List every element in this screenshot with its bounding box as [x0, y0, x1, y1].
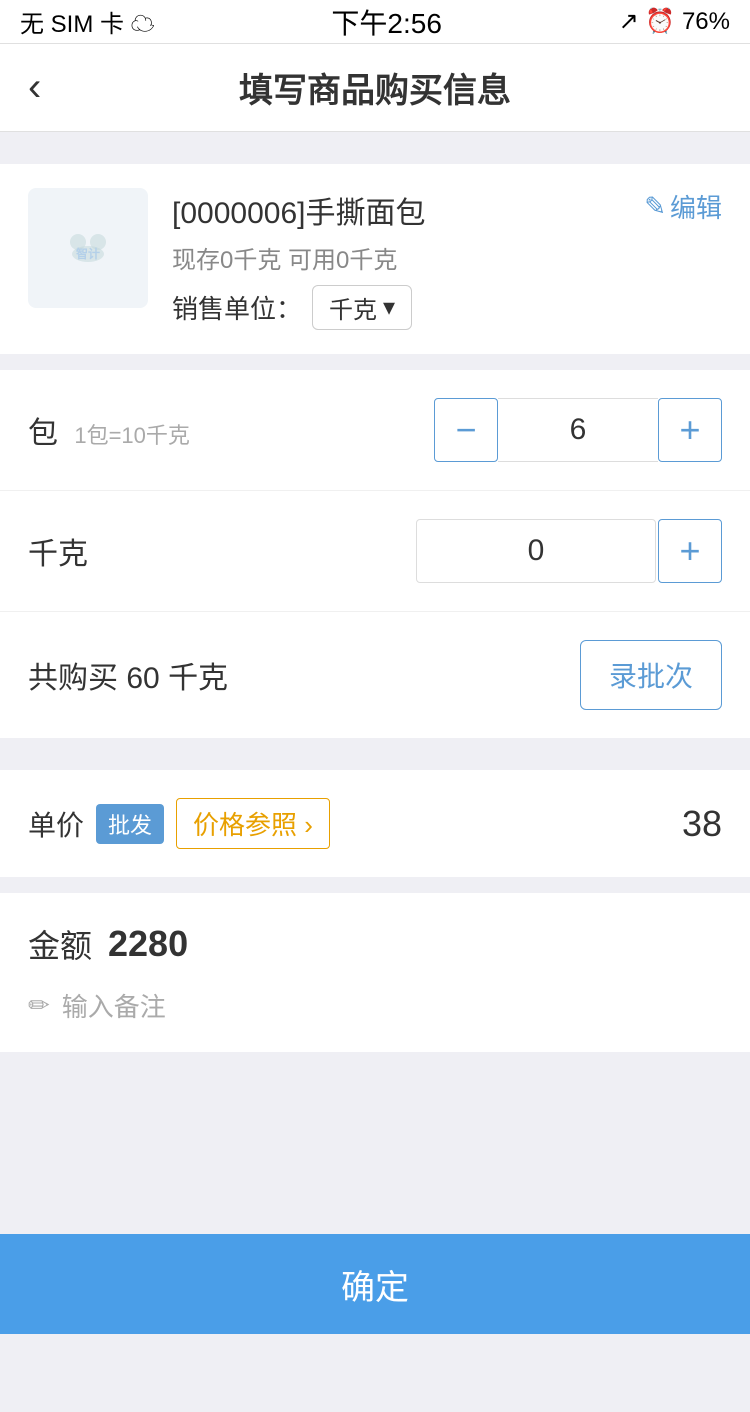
status-time: 下午2:56: [331, 2, 442, 42]
bao-quantity-control: − +: [434, 398, 722, 462]
total-amount: 60: [126, 662, 159, 695]
confirm-button-label: 确定: [341, 1260, 409, 1309]
page-title: 填写商品购买信息: [239, 63, 511, 112]
product-info: [0000006]手撕面包 现存0千克 可用0千克 销售单位： 千克 ▾: [172, 188, 722, 330]
qianke-increment-button[interactable]: +: [658, 519, 722, 583]
bao-decrement-button[interactable]: −: [434, 398, 498, 462]
price-value: 38: [682, 803, 722, 845]
bao-hint: 1包=10千克: [74, 423, 190, 448]
qianke-quantity-control: +: [416, 519, 722, 583]
edit-label: 编辑: [670, 188, 722, 225]
confirm-button[interactable]: 确定: [0, 1234, 750, 1334]
divider-1: [0, 354, 750, 370]
battery-status: ↗ ⏰ 76%: [619, 7, 730, 36]
back-button[interactable]: ‹: [28, 65, 41, 110]
bao-label: 包 1包=10千克: [28, 408, 434, 452]
unit-value: 千克: [329, 290, 377, 325]
unit-select[interactable]: 千克 ▾: [312, 285, 412, 330]
price-reference-button[interactable]: 价格参照 ›: [176, 798, 330, 849]
unit-dropdown-icon: ▾: [383, 293, 395, 322]
remark-row[interactable]: ✏ 输入备注: [28, 987, 722, 1024]
divider-2: [0, 738, 750, 754]
product-image: 智计: [28, 188, 148, 308]
unit-label: 销售单位：: [172, 289, 302, 326]
edit-icon: ✎: [644, 191, 666, 222]
amount-value: 2280: [108, 923, 188, 965]
qianke-quantity-input[interactable]: [416, 519, 656, 583]
qianke-row: 千克 +: [0, 491, 750, 612]
amount-section: 金额 2280 ✏ 输入备注: [0, 893, 750, 1052]
record-batch-button[interactable]: 录批次: [580, 640, 722, 710]
qianke-label: 千克: [28, 529, 416, 573]
amount-row: 金额 2280: [28, 921, 722, 967]
remark-text: 输入备注: [62, 987, 166, 1024]
status-bar: 无 SIM 卡 ☁ 下午2:56 ↗ ⏰ 76%: [0, 0, 750, 44]
bao-quantity-input[interactable]: [498, 398, 658, 462]
sim-status: 无 SIM 卡 ☁: [20, 4, 155, 39]
edit-button[interactable]: ✎ 编辑: [644, 188, 722, 225]
amount-label: 金额: [28, 921, 92, 967]
product-section: 智计 [0000006]手撕面包 现存0千克 可用0千克 销售单位： 千克 ▾ …: [0, 164, 750, 354]
svg-text:智计: 智计: [75, 246, 100, 261]
status-right: ↗ ⏰ 76%: [619, 7, 730, 36]
bao-increment-button[interactable]: +: [658, 398, 722, 462]
input-section: 包 1包=10千克 − + 千克 +: [0, 370, 750, 612]
product-name: [0000006]手撕面包: [172, 188, 722, 232]
product-unit: 销售单位： 千克 ▾: [172, 285, 722, 330]
total-text: 共购买 60 千克: [28, 653, 228, 697]
nav-bar: ‹ 填写商品购买信息: [0, 44, 750, 132]
price-label: 单价: [28, 804, 84, 844]
price-left: 单价 批发 价格参照 ›: [28, 798, 330, 849]
total-section: 共购买 60 千克 录批次: [0, 612, 750, 738]
product-stock: 现存0千克 可用0千克: [172, 240, 722, 275]
divider-top: [0, 132, 750, 148]
bao-row: 包 1包=10千克 − +: [0, 370, 750, 491]
price-badge: 批发: [96, 804, 164, 844]
price-section: 单价 批发 价格参照 › 38: [0, 770, 750, 877]
remark-icon: ✏: [28, 990, 50, 1021]
status-left: 无 SIM 卡 ☁: [20, 4, 155, 39]
product-logo-icon: 智计: [58, 218, 118, 278]
